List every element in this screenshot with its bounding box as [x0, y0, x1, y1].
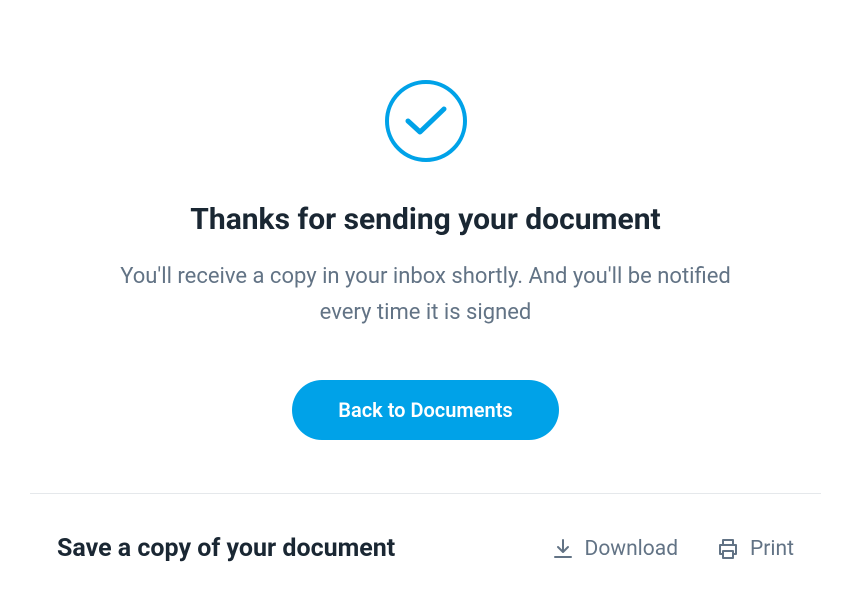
confirmation-title: Thanks for sending your document — [190, 202, 660, 237]
confirmation-subtitle: You'll receive a copy in your inbox shor… — [106, 259, 746, 332]
save-copy-title: Save a copy of your document — [57, 534, 395, 563]
download-icon — [551, 537, 575, 561]
back-to-documents-button[interactable]: Back to Documents — [292, 380, 558, 440]
print-label: Print — [750, 537, 794, 561]
print-button[interactable]: Print — [716, 537, 794, 561]
download-label: Download — [585, 537, 679, 561]
success-check-icon — [385, 80, 467, 162]
section-divider — [30, 493, 821, 494]
print-icon — [716, 537, 740, 561]
download-button[interactable]: Download — [551, 537, 679, 561]
